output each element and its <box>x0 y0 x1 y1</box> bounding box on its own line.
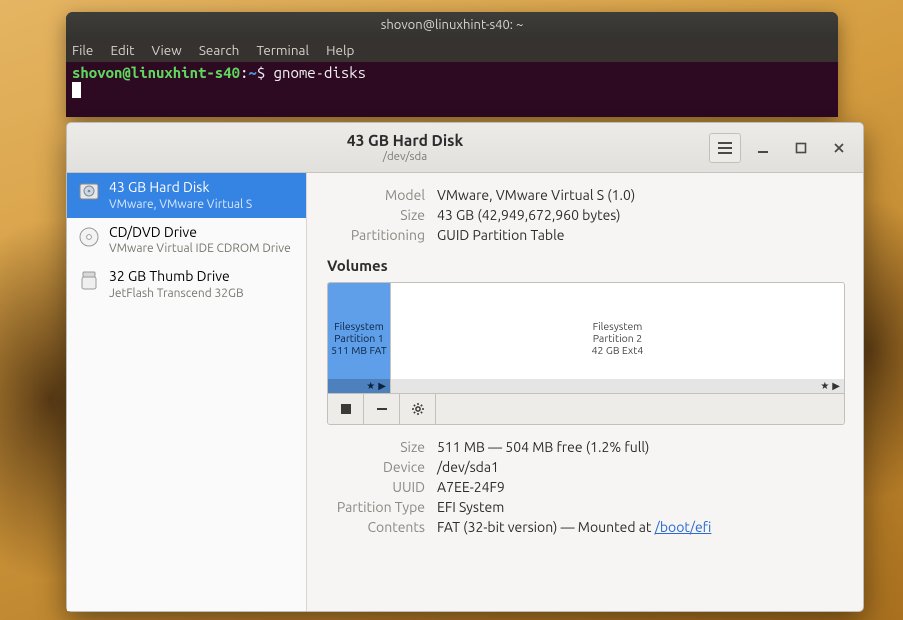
sidebar-item-sublabel: VMware Virtual IDE CDROM Drive <box>109 241 291 256</box>
label-uuid: UUID <box>307 479 437 495</box>
volume-toolbar <box>328 393 844 424</box>
gear-icon <box>411 402 425 416</box>
detail-pane: ModelVMware, VMware Virtual S (1.0) Size… <box>307 173 863 611</box>
menu-terminal[interactable]: Terminal <box>256 42 309 58</box>
menu-view[interactable]: View <box>152 42 182 58</box>
hamburger-button[interactable] <box>709 133 741 163</box>
volume-partition-2[interactable]: Filesystem Partition 2 42 GB Ext4 ★ ▶ <box>390 283 844 393</box>
terminal-body[interactable]: shovon@linuxhint-s40:~$ gnome-disks <box>66 62 838 102</box>
label-ptype: Partition Type <box>307 499 437 515</box>
contents-prefix: FAT (32-bit version) — Mounted at <box>437 519 655 535</box>
terminal-title: shovon@linuxhint-s40: ~ <box>381 18 524 32</box>
usb-drive-icon <box>77 269 101 293</box>
mount-point-link[interactable]: /boot/efi <box>655 519 712 535</box>
stop-icon <box>341 404 351 414</box>
sidebar-item-cdrom[interactable]: CD/DVD Drive VMware Virtual IDE CDROM Dr… <box>67 218 306 263</box>
menu-file[interactable]: File <box>72 42 93 58</box>
label-part-size: Size <box>307 439 437 455</box>
page-title: 43 GB Hard Disk <box>107 132 703 149</box>
close-button[interactable] <box>823 133 855 163</box>
minimize-icon <box>757 142 769 154</box>
unmount-button[interactable] <box>328 394 364 424</box>
terminal-titlebar[interactable]: shovon@linuxhint-s40: ~ <box>66 12 838 38</box>
disc-icon <box>77 225 101 249</box>
partition-text-line: Filesystem <box>593 320 643 332</box>
value-contents: FAT (32-bit version) — Mounted at /boot/… <box>437 519 711 535</box>
terminal-command: gnome-disks <box>274 64 366 81</box>
partition-text-line: Partition 1 <box>334 332 383 344</box>
value-partitioning: GUID Partition Table <box>437 227 564 243</box>
device-sidebar: 43 GB Hard Disk VMware, VMware Virtual S… <box>67 173 307 611</box>
play-icon: ▶ <box>378 380 386 392</box>
more-actions-button[interactable] <box>400 394 436 424</box>
partition-text-line: 42 GB Ext4 <box>592 344 644 356</box>
minus-icon <box>376 403 388 415</box>
play-icon: ▶ <box>832 380 840 392</box>
sidebar-item-label: 32 GB Thumb Drive <box>109 268 244 286</box>
star-icon: ★ <box>366 380 375 392</box>
sidebar-item-usb[interactable]: 32 GB Thumb Drive JetFlash Transcend 32G… <box>67 262 306 307</box>
label-size: Size <box>307 207 437 223</box>
sidebar-item-label: 43 GB Hard Disk <box>109 179 252 197</box>
partition-text-line: Partition 2 <box>593 332 642 344</box>
menu-edit[interactable]: Edit <box>110 42 134 58</box>
prompt-user: shovon@linuxhint-s40 <box>72 64 240 81</box>
minimize-button[interactable] <box>747 133 779 163</box>
volumes-heading: Volumes <box>327 257 845 274</box>
star-icon: ★ <box>820 380 829 392</box>
volume-card: Filesystem Partition 1 511 MB FAT ★ ▶ Fi… <box>327 282 845 425</box>
value-uuid: A7EE-24F9 <box>437 479 505 495</box>
value-model: VMware, VMware Virtual S (1.0) <box>437 187 635 203</box>
value-part-size: 511 MB — 504 MB free (1.2% full) <box>437 439 649 455</box>
partition-text-line: 511 MB FAT <box>331 344 387 356</box>
terminal-cursor <box>72 82 81 98</box>
hdd-icon <box>77 180 101 204</box>
disks-window: 43 GB Hard Disk /dev/sda <box>66 122 864 612</box>
maximize-icon <box>795 142 807 154</box>
label-contents: Contents <box>307 519 437 535</box>
page-subtitle: /dev/sda <box>107 150 703 163</box>
label-partitioning: Partitioning <box>307 227 437 243</box>
close-icon <box>833 142 845 154</box>
delete-partition-button[interactable] <box>364 394 400 424</box>
sidebar-item-sublabel: JetFlash Transcend 32GB <box>109 286 244 301</box>
value-ptype: EFI System <box>437 499 504 515</box>
terminal-menubar: File Edit View Search Terminal Help <box>66 38 838 62</box>
sidebar-item-label: CD/DVD Drive <box>109 224 291 242</box>
menu-search[interactable]: Search <box>199 42 240 58</box>
terminal-window: shovon@linuxhint-s40: ~ File Edit View S… <box>66 12 838 117</box>
maximize-button[interactable] <box>785 133 817 163</box>
hamburger-icon <box>718 142 732 154</box>
value-size: 43 GB (42,949,672,960 bytes) <box>437 207 621 223</box>
partition-text-line: Filesystem <box>334 320 384 332</box>
menu-help[interactable]: Help <box>326 42 354 58</box>
sidebar-item-sublabel: VMware, VMware Virtual S <box>109 197 252 212</box>
disks-header: 43 GB Hard Disk /dev/sda <box>67 123 863 173</box>
prompt-end: $ <box>257 64 274 81</box>
label-model: Model <box>307 187 437 203</box>
sidebar-item-hdd[interactable]: 43 GB Hard Disk VMware, VMware Virtual S <box>67 173 306 218</box>
prompt-path: ~ <box>248 64 256 81</box>
label-device: Device <box>307 459 437 475</box>
value-device: /dev/sda1 <box>437 459 499 475</box>
volume-partition-1[interactable]: Filesystem Partition 1 511 MB FAT ★ ▶ <box>328 283 390 393</box>
